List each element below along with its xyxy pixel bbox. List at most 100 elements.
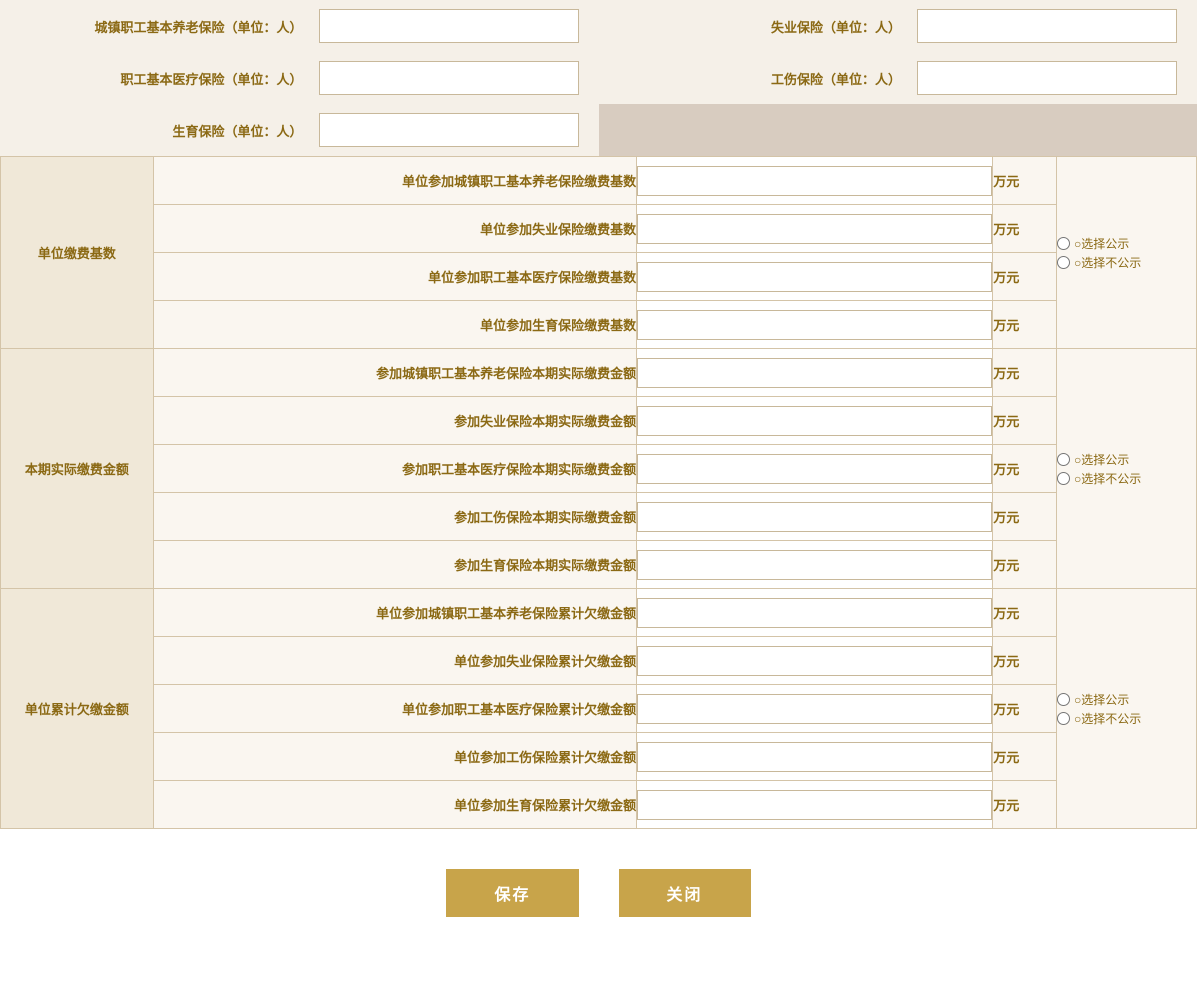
section1-radio-cell: ○选择公示 ○选择不公示	[1057, 157, 1197, 349]
section3-unit1: 万元	[993, 589, 1057, 637]
input-maternity-base[interactable]	[637, 310, 992, 340]
main-table-wrapper: 单位缴费基数 单位参加城镇职工基本养老保险缴费基数 万元 ○选择公示	[0, 156, 1197, 829]
section1-unit3: 万元	[993, 253, 1057, 301]
section3-unit3: 万元	[993, 685, 1057, 733]
input-injury-actual[interactable]	[637, 502, 992, 532]
top-left-col: 城镇职工基本养老保险（单位：人） 职工基本医疗保险（单位：人） 生育保险（单位：…	[0, 0, 599, 156]
label-unemployment-headcount: 失业保险（单位：人）	[599, 17, 918, 36]
section2-radio-show[interactable]: ○选择公示	[1057, 451, 1196, 468]
top-right-col: 失业保险（单位：人） 工伤保险（单位：人）	[599, 0, 1197, 156]
label-injury-headcount: 工伤保险（单位：人）	[599, 69, 918, 88]
label-medical-headcount: 职工基本医疗保险（单位：人）	[0, 69, 319, 88]
section2-label1: 参加城镇职工基本养老保险本期实际缴费金额	[153, 349, 636, 397]
section2-unit5: 万元	[993, 541, 1057, 589]
section3-input4-cell	[637, 733, 993, 781]
section1-input4-cell	[637, 301, 993, 349]
section3-label3: 单位参加职工基本医疗保险累计欠缴金额	[153, 685, 636, 733]
section3-radio-show-input[interactable]	[1057, 693, 1070, 706]
label-maternity-headcount: 生育保险（单位：人）	[0, 121, 319, 140]
input-pension-actual[interactable]	[637, 358, 992, 388]
section1-label3: 单位参加职工基本医疗保险缴费基数	[153, 253, 636, 301]
section3-label2: 单位参加失业保险累计欠缴金额	[153, 637, 636, 685]
section3-row3: 单位参加职工基本医疗保险累计欠缴金额 万元	[1, 685, 1197, 733]
section3-input2-cell	[637, 637, 993, 685]
section3-radio-cell: ○选择公示 ○选择不公示	[1057, 589, 1197, 829]
section1-radio-show-input[interactable]	[1057, 237, 1070, 250]
input-maternity-actual[interactable]	[637, 550, 992, 580]
input-pension-headcount[interactable]	[319, 9, 579, 43]
section2-row2: 参加失业保险本期实际缴费金额 万元	[1, 397, 1197, 445]
section2-input2-cell	[637, 397, 993, 445]
section2-input5-cell	[637, 541, 993, 589]
section3-unit2: 万元	[993, 637, 1057, 685]
section1-radio-show[interactable]: ○选择公示	[1057, 235, 1196, 252]
input-wrap-pension	[319, 9, 599, 43]
input-maternity-arrears[interactable]	[637, 790, 992, 820]
section1-radio-hide[interactable]: ○选择不公示	[1057, 254, 1196, 271]
form-container: 城镇职工基本养老保险（单位：人） 职工基本医疗保险（单位：人） 生育保险（单位：…	[0, 0, 1197, 947]
input-unemployment-actual[interactable]	[637, 406, 992, 436]
close-button[interactable]: 关闭	[619, 869, 751, 917]
section1-input1-cell	[637, 157, 993, 205]
section3-row4: 单位参加工伤保险累计欠缴金额 万元	[1, 733, 1197, 781]
input-pension-base[interactable]	[637, 166, 992, 196]
section2-radio-group: ○选择公示 ○选择不公示	[1057, 451, 1196, 487]
section1-radio-hide-input[interactable]	[1057, 256, 1070, 269]
input-maternity-headcount[interactable]	[319, 113, 579, 147]
section2-label5: 参加生育保险本期实际缴费金额	[153, 541, 636, 589]
section1-header: 单位缴费基数	[1, 157, 154, 349]
section3-row2: 单位参加失业保险累计欠缴金额 万元	[1, 637, 1197, 685]
section2-radio-show-input[interactable]	[1057, 453, 1070, 466]
section2-input3-cell	[637, 445, 993, 493]
section2-radio-hide-input[interactable]	[1057, 472, 1070, 485]
section3-input5-cell	[637, 781, 993, 829]
section3-label5: 单位参加生育保险累计欠缴金额	[153, 781, 636, 829]
input-unemployment-headcount[interactable]	[917, 9, 1177, 43]
section2-input4-cell	[637, 493, 993, 541]
section1-unit2: 万元	[993, 205, 1057, 253]
top-row-pension: 城镇职工基本养老保险（单位：人）	[0, 0, 599, 52]
input-injury-headcount[interactable]	[917, 61, 1177, 95]
section2-radio-cell: ○选择公示 ○选择不公示	[1057, 349, 1197, 589]
section2-row3: 参加职工基本医疗保险本期实际缴费金额 万元	[1, 445, 1197, 493]
input-medical-actual[interactable]	[637, 454, 992, 484]
input-injury-arrears[interactable]	[637, 742, 992, 772]
section2-label2: 参加失业保险本期实际缴费金额	[153, 397, 636, 445]
top-section: 城镇职工基本养老保险（单位：人） 职工基本医疗保险（单位：人） 生育保险（单位：…	[0, 0, 1197, 156]
section3-unit4: 万元	[993, 733, 1057, 781]
section2-label4: 参加工伤保险本期实际缴费金额	[153, 493, 636, 541]
section2-row1: 本期实际缴费金额 参加城镇职工基本养老保险本期实际缴费金额 万元 ○选择公示	[1, 349, 1197, 397]
input-medical-arrears[interactable]	[637, 694, 992, 724]
beige-placeholder	[599, 104, 1197, 156]
section3-row5: 单位参加生育保险累计欠缴金额 万元	[1, 781, 1197, 829]
section2-radio-hide[interactable]: ○选择不公示	[1057, 470, 1196, 487]
main-table: 单位缴费基数 单位参加城镇职工基本养老保险缴费基数 万元 ○选择公示	[0, 156, 1197, 829]
input-pension-arrears[interactable]	[637, 598, 992, 628]
input-wrap-injury	[917, 61, 1197, 95]
section2-unit1: 万元	[993, 349, 1057, 397]
section3-input1-cell	[637, 589, 993, 637]
section2-unit3: 万元	[993, 445, 1057, 493]
section3-label1: 单位参加城镇职工基本养老保险累计欠缴金额	[153, 589, 636, 637]
section2-header: 本期实际缴费金额	[1, 349, 154, 589]
input-medical-base[interactable]	[637, 262, 992, 292]
input-medical-headcount[interactable]	[319, 61, 579, 95]
input-unemployment-base[interactable]	[637, 214, 992, 244]
save-button[interactable]: 保存	[446, 869, 578, 917]
section1-label1: 单位参加城镇职工基本养老保险缴费基数	[153, 157, 636, 205]
section3-radio-hide[interactable]: ○选择不公示	[1057, 710, 1196, 727]
section3-radio-hide-input[interactable]	[1057, 712, 1070, 725]
section2-row4: 参加工伤保险本期实际缴费金额 万元	[1, 493, 1197, 541]
button-row: 保存 关闭	[0, 829, 1197, 947]
section3-unit5: 万元	[993, 781, 1057, 829]
section1-label4: 单位参加生育保险缴费基数	[153, 301, 636, 349]
section2-unit4: 万元	[993, 493, 1057, 541]
section3-radio-show[interactable]: ○选择公示	[1057, 691, 1196, 708]
section1-unit4: 万元	[993, 301, 1057, 349]
input-wrap-unemployment	[917, 9, 1197, 43]
input-unemployment-arrears[interactable]	[637, 646, 992, 676]
top-row-medical: 职工基本医疗保险（单位：人）	[0, 52, 599, 104]
section1-row2: 单位参加失业保险缴费基数 万元	[1, 205, 1197, 253]
top-row-maternity: 生育保险（单位：人）	[0, 104, 599, 156]
section1-row3: 单位参加职工基本医疗保险缴费基数 万元	[1, 253, 1197, 301]
